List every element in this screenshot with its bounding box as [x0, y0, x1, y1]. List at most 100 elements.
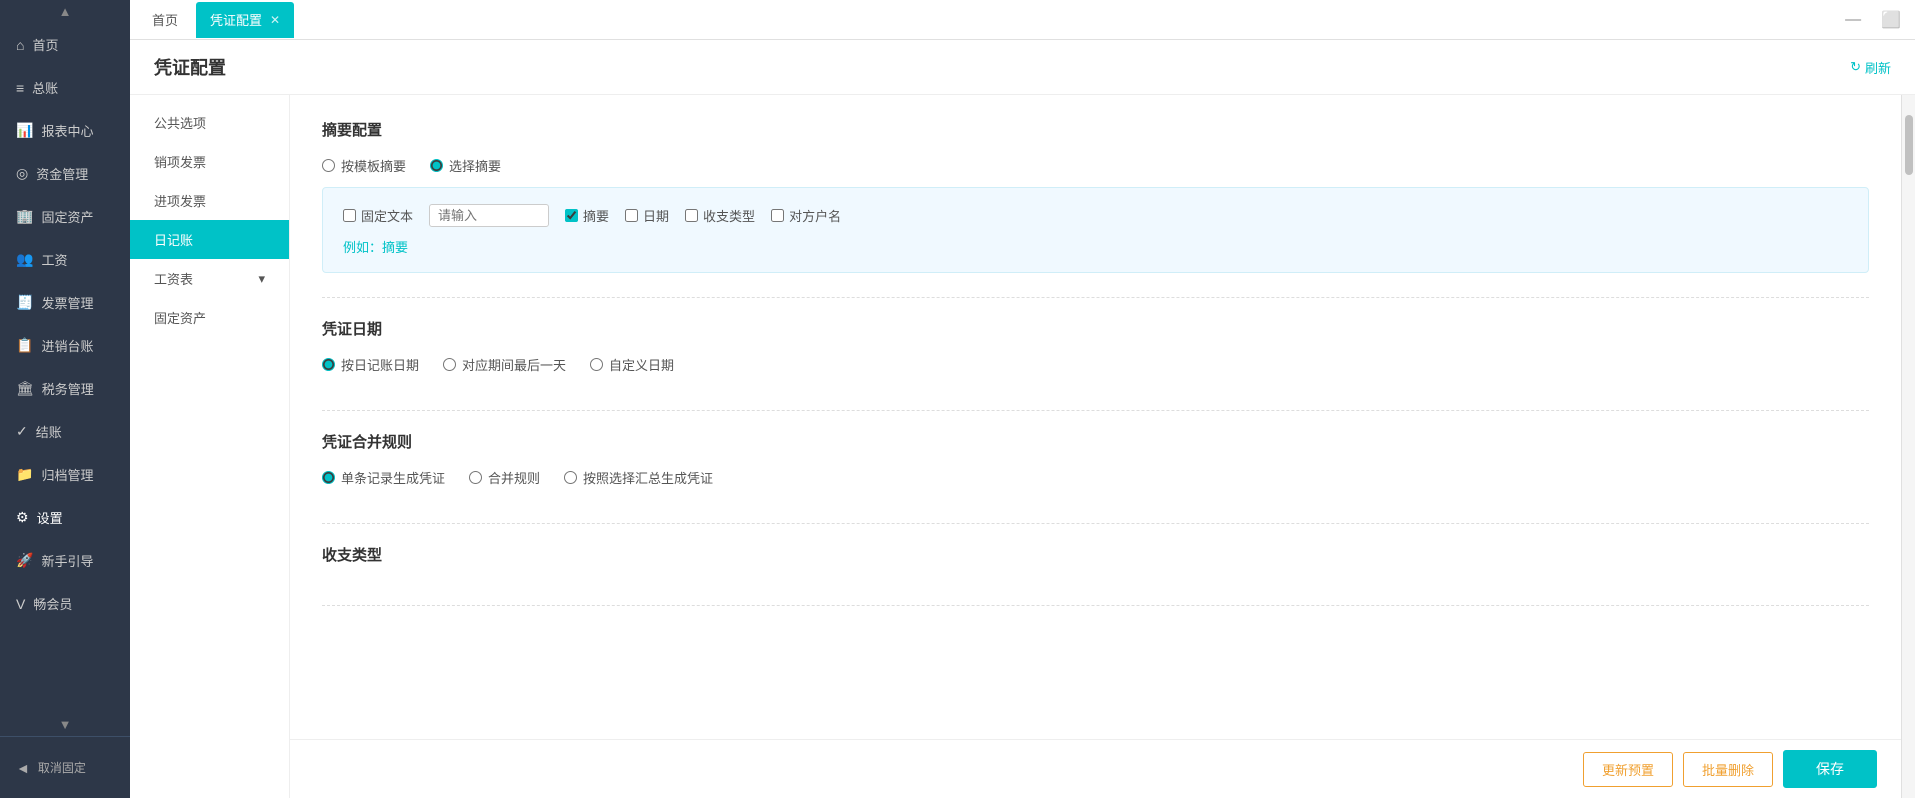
abstract-checkbox[interactable]: 摘要 — [565, 206, 609, 225]
by-journal-date-input[interactable] — [322, 358, 335, 371]
custom-date-label: 自定义日期 — [609, 355, 674, 374]
counterpart-input[interactable] — [771, 209, 784, 222]
left-nav-sales-invoice[interactable]: 销项发票 — [130, 142, 289, 181]
sidebar-item-report[interactable]: 📊 报表中心 — [0, 109, 130, 152]
refresh-icon: ↻ — [1850, 59, 1861, 75]
sidebar-item-settings[interactable]: ⚙ 设置 — [0, 496, 130, 539]
scrollbar-thumb — [1905, 115, 1913, 175]
left-nav-purchase-invoice[interactable]: 进项发票 — [130, 181, 289, 220]
sidebar-item-fixed-assets[interactable]: 🏢 固定资产 — [0, 195, 130, 238]
window-minimize-button[interactable]: — — [1839, 8, 1867, 32]
sidebar-item-label: 工资 — [41, 250, 67, 269]
custom-date-input[interactable] — [590, 358, 603, 371]
by-selection-radio[interactable]: 按照选择汇总生成凭证 — [564, 468, 713, 487]
sidebar-item-label: 新手引导 — [41, 551, 93, 570]
sidebar-item-label: 设置 — [37, 508, 63, 527]
fixed-text-checkbox[interactable]: 固定文本 — [343, 206, 413, 225]
tax-icon: 🏛 — [16, 380, 34, 397]
sidebar-item-settlement[interactable]: ✓ 结账 — [0, 410, 130, 453]
merge-rule-radio[interactable]: 合并规则 — [469, 468, 540, 487]
unpin-button[interactable]: ◄ 取消固定 — [0, 747, 130, 788]
update-preset-button[interactable]: 更新预置 — [1583, 752, 1673, 787]
sidebar-item-home[interactable]: ⌂ 首页 — [0, 23, 130, 66]
funds-icon: ◎ — [16, 165, 28, 182]
template-abstract-input[interactable] — [322, 159, 335, 172]
tab-close-button[interactable]: ✕ — [270, 13, 280, 27]
sidebar: ▲ ⌂ 首页 ≡ 总账 📊 报表中心 ◎ 资金管理 🏢 固定资产 👥 工资 🧾 … — [0, 0, 130, 798]
sidebar-item-tax[interactable]: 🏛 税务管理 — [0, 367, 130, 410]
tab-label: 凭证配置 — [210, 10, 262, 29]
fixed-text-field[interactable] — [429, 204, 549, 227]
template-abstract-label: 按模板摘要 — [341, 156, 406, 175]
tab-voucher-config[interactable]: 凭证配置 ✕ — [196, 2, 294, 38]
sidebar-item-guide[interactable]: 🚀 新手引导 — [0, 539, 130, 582]
abstract-radio-group: 按模板摘要 选择摘要 — [322, 156, 1869, 175]
outer-scrollbar[interactable] — [1901, 95, 1915, 798]
purchase-sales-icon: 📋 — [16, 337, 33, 354]
sidebar-item-label: 首页 — [32, 35, 58, 54]
ledger-icon: ≡ — [16, 80, 24, 96]
sidebar-item-invoice-mgmt[interactable]: 🧾 发票管理 — [0, 281, 130, 324]
sidebar-item-purchase-sales[interactable]: 📋 进销台账 — [0, 324, 130, 367]
tabbar-actions: — ⬜ — [1839, 8, 1907, 32]
date-checkbox[interactable]: 日期 — [625, 206, 669, 225]
sidebar-item-label: 总账 — [32, 78, 58, 97]
expand-icon: ▾ — [258, 271, 265, 287]
fixed-text-input[interactable] — [343, 209, 356, 222]
sidebar-item-funds[interactable]: ◎ 资金管理 — [0, 152, 130, 195]
left-nav-label: 日记账 — [154, 230, 193, 249]
abstract-config-box: 固定文本 摘要 日期 — [322, 187, 1869, 273]
invoice-mgmt-icon: 🧾 — [16, 294, 33, 311]
counterpart-checkbox[interactable]: 对方户名 — [771, 206, 841, 225]
sidebar-item-archive[interactable]: 📁 归档管理 — [0, 453, 130, 496]
template-abstract-radio[interactable]: 按模板摘要 — [322, 156, 406, 175]
select-abstract-input[interactable] — [430, 159, 443, 172]
sidebar-item-label: 税务管理 — [42, 379, 94, 398]
counterpart-label: 对方户名 — [789, 206, 841, 225]
right-content: 摘要配置 按模板摘要 选择摘要 — [290, 95, 1901, 739]
date-input[interactable] — [625, 209, 638, 222]
sidebar-item-label: 发票管理 — [41, 293, 93, 312]
last-day-radio[interactable]: 对应期间最后一天 — [443, 355, 566, 374]
select-abstract-radio[interactable]: 选择摘要 — [430, 156, 501, 175]
abstract-input[interactable] — [565, 209, 578, 222]
left-nav-salary-table[interactable]: 工资表 ▾ — [130, 259, 289, 298]
content-layout: 公共选项 销项发票 进项发票 日记账 工资表 ▾ 固定资产 — [130, 95, 1915, 798]
left-nav-journal[interactable]: 日记账 — [130, 220, 289, 259]
date-label: 日期 — [643, 206, 669, 225]
bottom-bar: 更新预置 批量删除 保存 — [290, 739, 1901, 798]
sidebar-scroll-down[interactable]: ▼ — [0, 713, 130, 736]
custom-date-radio[interactable]: 自定义日期 — [590, 355, 674, 374]
income-expense-section-title: 收支类型 — [322, 544, 1869, 565]
left-nav-fixed-assets[interactable]: 固定资产 — [130, 298, 289, 337]
by-journal-date-radio[interactable]: 按日记账日期 — [322, 355, 419, 374]
tab-label: 首页 — [152, 10, 178, 29]
left-nav-public[interactable]: 公共选项 — [130, 103, 289, 142]
abstract-section-title: 摘要配置 — [322, 119, 1869, 140]
merge-rule-input[interactable] — [469, 471, 482, 484]
by-selection-input[interactable] — [564, 471, 577, 484]
tab-home[interactable]: 首页 — [138, 2, 192, 38]
batch-delete-button[interactable]: 批量删除 — [1683, 752, 1773, 787]
refresh-button[interactable]: ↻ 刷新 — [1850, 58, 1891, 77]
left-nav-label: 公共选项 — [154, 113, 206, 132]
sidebar-item-wages[interactable]: 👥 工资 — [0, 238, 130, 281]
vip-icon: V — [16, 596, 25, 612]
last-day-input[interactable] — [443, 358, 456, 371]
sidebar-scroll-area: ⌂ 首页 ≡ 总账 📊 报表中心 ◎ 资金管理 🏢 固定资产 👥 工资 🧾 发票… — [0, 23, 130, 713]
single-record-radio[interactable]: 单条记录生成凭证 — [322, 468, 445, 487]
wages-icon: 👥 — [16, 251, 33, 268]
sidebar-item-ledger[interactable]: ≡ 总账 — [0, 66, 130, 109]
window-restore-button[interactable]: ⬜ — [1875, 8, 1907, 32]
settings-icon: ⚙ — [16, 509, 29, 526]
pin-icon: ◄ — [16, 760, 30, 776]
sidebar-item-vip[interactable]: V 畅会员 — [0, 582, 130, 625]
save-button[interactable]: 保存 — [1783, 750, 1877, 788]
income-expense-checkbox[interactable]: 收支类型 — [685, 206, 755, 225]
single-record-input[interactable] — [322, 471, 335, 484]
voucher-date-radio-group: 按日记账日期 对应期间最后一天 自定义日期 — [322, 355, 1869, 374]
sidebar-item-label: 进销台账 — [41, 336, 93, 355]
sidebar-scroll-up[interactable]: ▲ — [0, 0, 130, 23]
income-expense-input[interactable] — [685, 209, 698, 222]
report-icon: 📊 — [16, 122, 33, 139]
